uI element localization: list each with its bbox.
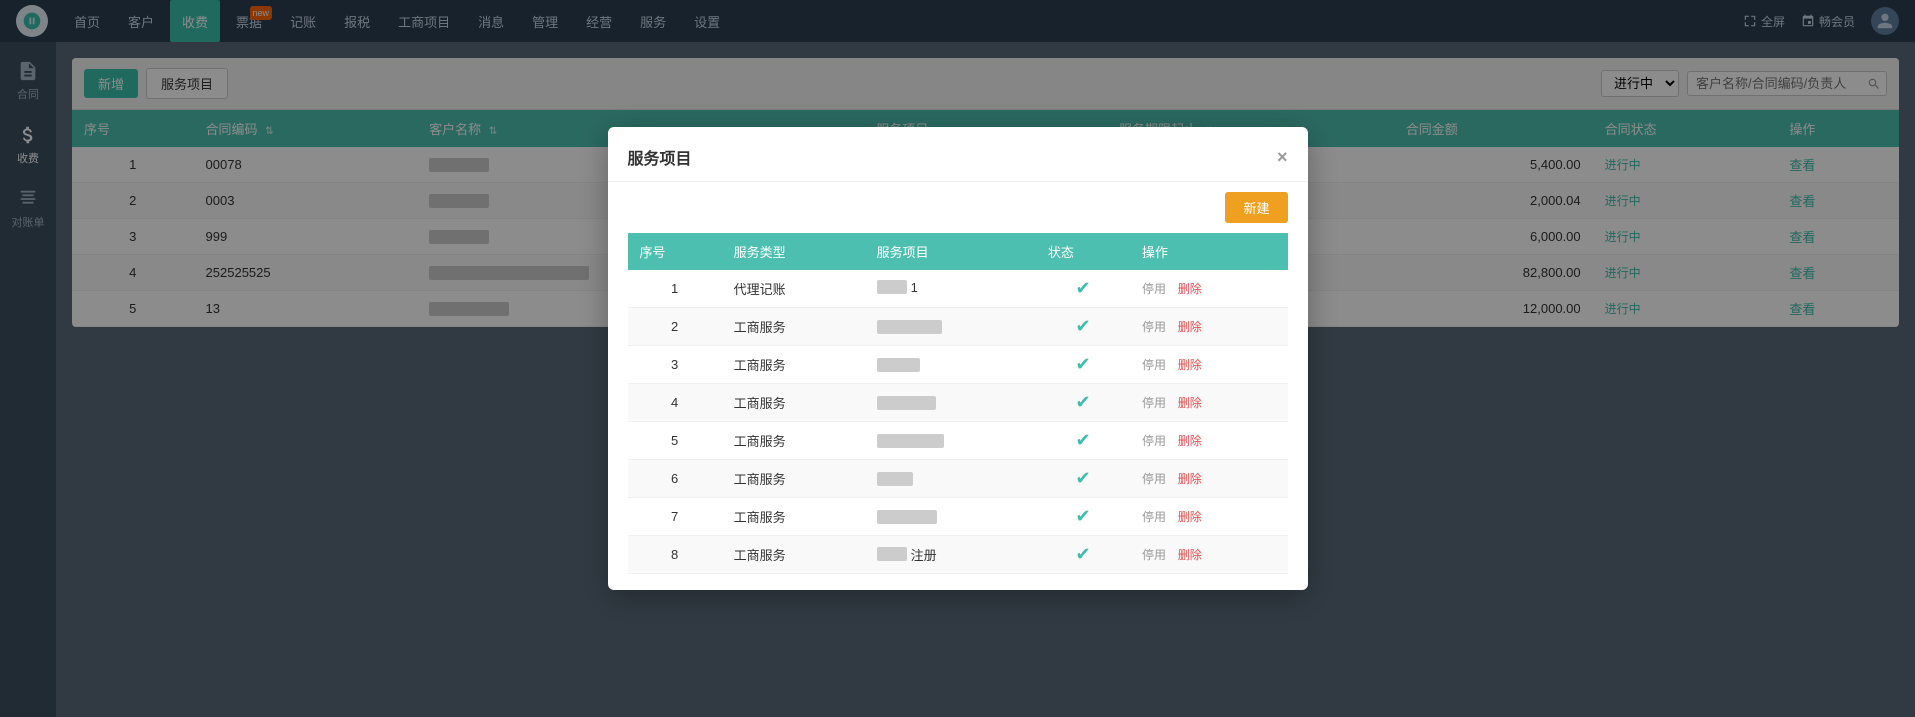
delete-button[interactable]: 删除 [1178, 548, 1202, 562]
modal-table-row: 8 工商服务 注册 ✔ 停用 删除 [628, 536, 1288, 574]
delete-button[interactable]: 删除 [1178, 282, 1202, 296]
mcell-action: 停用 删除 [1130, 308, 1287, 346]
modal-overlay[interactable]: 服务项目 × 新建 序号 服务类型 服务项目 状态 [56, 42, 1915, 717]
mcell-item [865, 346, 1036, 384]
mcell-seq: 5 [628, 422, 722, 460]
modal-table-row: 6 工商服务 ✔ 停用 删除 [628, 460, 1288, 498]
modal-table-row: 5 工商服务 ✔ 停用 删除 [628, 422, 1288, 460]
mcell-type: 工商服务 [722, 536, 865, 574]
main-layout: 合同 收费 对账单 新增 服务项目 进行中 已完成 已终止 [0, 42, 1915, 717]
mth-item: 服务项目 [865, 233, 1036, 270]
mcell-seq: 2 [628, 308, 722, 346]
status-check-icon: ✔ [1075, 316, 1090, 336]
mth-action: 操作 [1130, 233, 1287, 270]
modal-table-row: 7 工商服务 ✔ 停用 删除 [628, 498, 1288, 536]
modal-title: 服务项目 [628, 145, 692, 169]
mcell-seq: 7 [628, 498, 722, 536]
delete-button[interactable]: 删除 [1178, 358, 1202, 372]
modal-table-row: 1 代理记账 1 ✔ 停用 删除 [628, 270, 1288, 308]
modal-table-row: 4 工商服务 ✔ 停用 删除 [628, 384, 1288, 422]
mcell-action: 停用 删除 [1130, 498, 1287, 536]
modal-table-row: 3 工商服务 ✔ 停用 删除 [628, 346, 1288, 384]
delete-button[interactable]: 删除 [1178, 434, 1202, 448]
mcell-status: ✔ [1036, 346, 1130, 384]
stop-button[interactable]: 停用 [1142, 320, 1166, 334]
mcell-item [865, 384, 1036, 422]
delete-button[interactable]: 删除 [1178, 320, 1202, 334]
mcell-item [865, 460, 1036, 498]
mcell-item: 1 [865, 270, 1036, 308]
mcell-action: 停用 删除 [1130, 460, 1287, 498]
mcell-type: 工商服务 [722, 308, 865, 346]
mcell-status: ✔ [1036, 308, 1130, 346]
mcell-type: 工商服务 [722, 384, 865, 422]
content-area: 新增 服务项目 进行中 已完成 已终止 [56, 42, 1915, 717]
modal-table-row: 2 工商服务 ✔ 停用 删除 [628, 308, 1288, 346]
stop-button[interactable]: 停用 [1142, 434, 1166, 448]
modal-close-button[interactable]: × [1277, 148, 1288, 166]
status-check-icon: ✔ [1075, 278, 1090, 298]
mth-status: 状态 [1036, 233, 1130, 270]
mcell-status: ✔ [1036, 384, 1130, 422]
modal-new-button[interactable]: 新建 [1225, 192, 1287, 223]
stop-button[interactable]: 停用 [1142, 472, 1166, 486]
service-item-modal: 服务项目 × 新建 序号 服务类型 服务项目 状态 [608, 127, 1308, 590]
mcell-seq: 6 [628, 460, 722, 498]
delete-button[interactable]: 删除 [1178, 510, 1202, 524]
mcell-action: 停用 删除 [1130, 536, 1287, 574]
delete-button[interactable]: 删除 [1178, 396, 1202, 410]
mth-type: 服务类型 [722, 233, 865, 270]
mcell-type: 代理记账 [722, 270, 865, 308]
mcell-item: 注册 [865, 536, 1036, 574]
status-check-icon: ✔ [1075, 392, 1090, 412]
mcell-seq: 8 [628, 536, 722, 574]
stop-button[interactable]: 停用 [1142, 548, 1166, 562]
mcell-seq: 4 [628, 384, 722, 422]
mcell-status: ✔ [1036, 536, 1130, 574]
mcell-seq: 3 [628, 346, 722, 384]
stop-button[interactable]: 停用 [1142, 358, 1166, 372]
mcell-type: 工商服务 [722, 460, 865, 498]
mcell-action: 停用 删除 [1130, 346, 1287, 384]
mcell-item [865, 308, 1036, 346]
stop-button[interactable]: 停用 [1142, 510, 1166, 524]
mcell-item [865, 422, 1036, 460]
mcell-action: 停用 删除 [1130, 270, 1287, 308]
mcell-action: 停用 删除 [1130, 422, 1287, 460]
mcell-status: ✔ [1036, 460, 1130, 498]
mcell-type: 工商服务 [722, 422, 865, 460]
mcell-status: ✔ [1036, 422, 1130, 460]
mcell-item [865, 498, 1036, 536]
status-check-icon: ✔ [1075, 506, 1090, 526]
status-check-icon: ✔ [1075, 430, 1090, 450]
stop-button[interactable]: 停用 [1142, 396, 1166, 410]
delete-button[interactable]: 删除 [1178, 472, 1202, 486]
status-check-icon: ✔ [1075, 544, 1090, 564]
mcell-action: 停用 删除 [1130, 384, 1287, 422]
status-check-icon: ✔ [1075, 354, 1090, 374]
mcell-type: 工商服务 [722, 498, 865, 536]
modal-body: 序号 服务类型 服务项目 状态 操作 1 代理记账 1 ✔ 停用 删除 [608, 233, 1308, 590]
mcell-status: ✔ [1036, 270, 1130, 308]
modal-toolbar: 新建 [608, 182, 1308, 233]
status-check-icon: ✔ [1075, 468, 1090, 488]
stop-button[interactable]: 停用 [1142, 282, 1166, 296]
mcell-type: 工商服务 [722, 346, 865, 384]
modal-header: 服务项目 × [608, 127, 1308, 182]
mth-seq: 序号 [628, 233, 722, 270]
mcell-seq: 1 [628, 270, 722, 308]
mcell-status: ✔ [1036, 498, 1130, 536]
modal-table: 序号 服务类型 服务项目 状态 操作 1 代理记账 1 ✔ 停用 删除 [628, 233, 1288, 574]
